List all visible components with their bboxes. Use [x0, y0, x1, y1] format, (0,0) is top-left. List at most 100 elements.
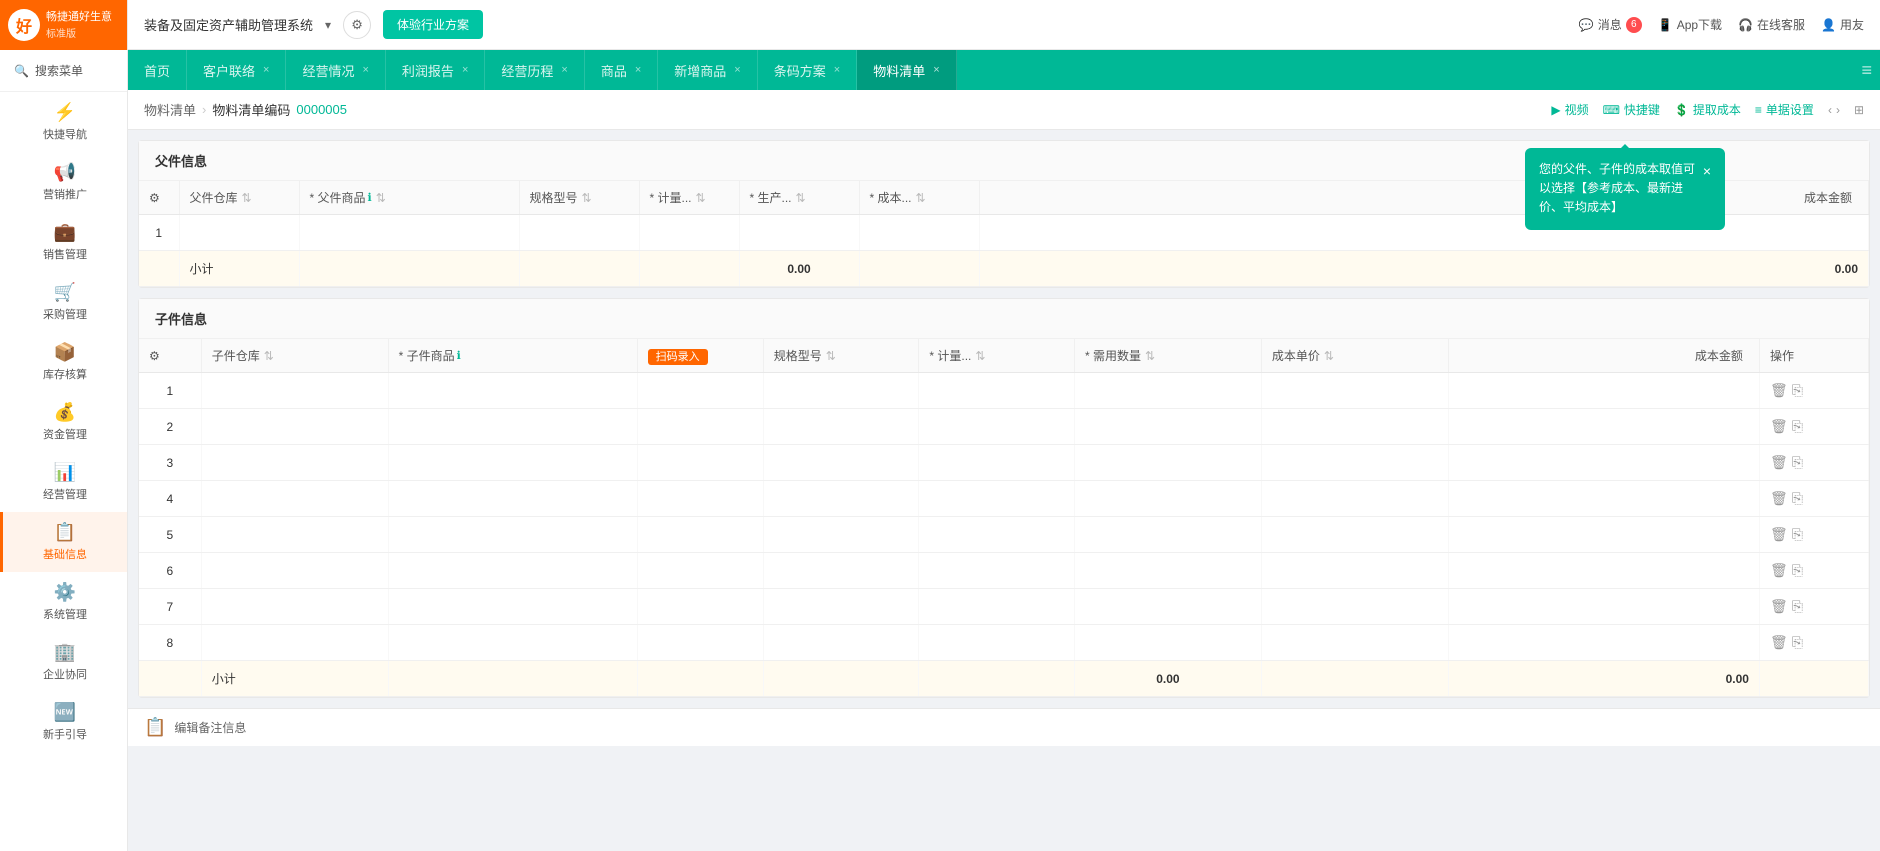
sidebar-item-purchase[interactable]: 🛒 采购管理	[0, 272, 127, 332]
child-cost-price-cell[interactable]	[1261, 409, 1448, 445]
tab-customer-close[interactable]: ×	[263, 64, 269, 76]
child-unit-cell[interactable]	[919, 481, 1075, 517]
child-unit-cell[interactable]	[919, 625, 1075, 661]
tab-operation-status[interactable]: 经营情况 ×	[286, 50, 385, 90]
delete-btn[interactable]: 🗑	[1770, 454, 1788, 471]
child-cost-price-cell[interactable]	[1261, 589, 1448, 625]
sidebar-item-operation[interactable]: 📊 经营管理	[0, 452, 127, 512]
copy-btn[interactable]: ⎘	[1792, 418, 1803, 435]
child-product-cell[interactable]	[388, 373, 637, 409]
child-qty-cell[interactable]	[1075, 589, 1262, 625]
parent-product-cell[interactable]	[299, 215, 519, 251]
child-product-cell[interactable]	[388, 517, 637, 553]
child-spec-cell[interactable]	[763, 445, 919, 481]
delete-btn[interactable]: 🗑	[1770, 418, 1788, 435]
child-spec-cell[interactable]	[763, 517, 919, 553]
delete-btn[interactable]: 🗑	[1770, 598, 1788, 615]
parent-warehouse-cell[interactable]	[179, 215, 299, 251]
parent-spec-cell[interactable]	[519, 215, 639, 251]
copy-btn[interactable]: ⎘	[1792, 454, 1803, 471]
tab-products[interactable]: 商品 ×	[585, 50, 658, 90]
delete-btn[interactable]: 🗑	[1770, 382, 1788, 399]
child-product-cell[interactable]	[388, 553, 637, 589]
extract-cost-btn[interactable]: 💲 提取成本	[1674, 101, 1741, 118]
child-warehouse-cell[interactable]	[201, 589, 388, 625]
delete-btn[interactable]: 🗑	[1770, 526, 1788, 543]
copy-btn[interactable]: ⎘	[1792, 598, 1803, 615]
child-qty-cell[interactable]	[1075, 445, 1262, 481]
child-cost-price-cell[interactable]	[1261, 373, 1448, 409]
settings-gear-btn[interactable]: ⚙	[343, 11, 371, 39]
child-unit-cell[interactable]	[919, 589, 1075, 625]
child-unit-cell[interactable]	[919, 553, 1075, 589]
sidebar-search[interactable]: 🔍 搜索菜单	[0, 50, 127, 92]
tab-history[interactable]: 经营历程 ×	[485, 50, 584, 90]
tab-barcode-close[interactable]: ×	[834, 64, 840, 76]
single-settings-btn[interactable]: ≡ 单据设置	[1755, 101, 1814, 118]
child-qty-cell[interactable]	[1075, 373, 1262, 409]
child-unit-cell[interactable]	[919, 445, 1075, 481]
child-qty-cell[interactable]	[1075, 517, 1262, 553]
child-cost-price-cell[interactable]	[1261, 517, 1448, 553]
tab-add-product[interactable]: 新增商品 ×	[658, 50, 757, 90]
child-warehouse-cell[interactable]	[201, 553, 388, 589]
tab-bom-close[interactable]: ×	[933, 64, 939, 76]
copy-btn[interactable]: ⎘	[1792, 562, 1803, 579]
scan-badge[interactable]: 扫码录入	[648, 349, 708, 365]
child-spec-cell[interactable]	[763, 481, 919, 517]
breadcrumb-parent[interactable]: 物料清单	[144, 100, 196, 119]
tooltip-close-btn[interactable]: ×	[1703, 160, 1711, 182]
child-th-scan[interactable]: 扫码录入	[637, 339, 763, 373]
tab-barcode[interactable]: 条码方案 ×	[758, 50, 857, 90]
next-btn[interactable]: ›	[1836, 103, 1840, 117]
child-spec-cell[interactable]	[763, 373, 919, 409]
prev-btn[interactable]: ‹	[1828, 103, 1832, 117]
tab-profit-close[interactable]: ×	[462, 64, 468, 76]
child-warehouse-cell[interactable]	[201, 373, 388, 409]
parent-production-cell[interactable]	[739, 215, 859, 251]
tab-profit[interactable]: 利润报告 ×	[386, 50, 485, 90]
child-cost-price-cell[interactable]	[1261, 625, 1448, 661]
sidebar-item-basic-info[interactable]: 📋 基础信息	[0, 512, 127, 572]
child-product-cell[interactable]	[388, 625, 637, 661]
child-qty-cell[interactable]	[1075, 481, 1262, 517]
child-unit-cell[interactable]	[919, 517, 1075, 553]
child-warehouse-cell[interactable]	[201, 625, 388, 661]
sidebar-item-system[interactable]: ⚙️ 系统管理	[0, 572, 127, 632]
child-cost-price-cell[interactable]	[1261, 481, 1448, 517]
child-product-cell[interactable]	[388, 481, 637, 517]
child-product-cell[interactable]	[388, 589, 637, 625]
child-product-cell[interactable]	[388, 445, 637, 481]
search-menu-btn[interactable]: 🔍 搜索菜单	[8, 58, 119, 83]
view-video-btn[interactable]: ▶ 视频	[1551, 101, 1588, 118]
online-service-btn[interactable]: 🎧 在线客服	[1738, 16, 1805, 33]
tab-bom[interactable]: 物料清单 ×	[857, 50, 956, 90]
delete-btn[interactable]: 🗑	[1770, 490, 1788, 507]
user-btn[interactable]: 👤 用友	[1821, 16, 1864, 33]
child-spec-cell[interactable]	[763, 553, 919, 589]
copy-btn[interactable]: ⎘	[1792, 634, 1803, 651]
footer-label[interactable]: 编辑备注信息	[174, 719, 246, 736]
child-warehouse-cell[interactable]	[201, 445, 388, 481]
child-product-cell[interactable]	[388, 409, 637, 445]
sidebar-item-quick-nav[interactable]: ⚡ 快捷导航	[0, 92, 127, 152]
child-unit-cell[interactable]	[919, 373, 1075, 409]
child-th-settings[interactable]: ⚙	[139, 339, 201, 373]
child-warehouse-cell[interactable]	[201, 409, 388, 445]
shortcut-btn[interactable]: ⌨ 快捷键	[1603, 101, 1660, 118]
child-qty-cell[interactable]	[1075, 553, 1262, 589]
child-qty-cell[interactable]	[1075, 625, 1262, 661]
child-unit-cell[interactable]	[919, 409, 1075, 445]
child-cost-price-cell[interactable]	[1261, 445, 1448, 481]
tab-home[interactable]: 首页	[128, 50, 187, 90]
child-warehouse-cell[interactable]	[201, 517, 388, 553]
child-spec-cell[interactable]	[763, 589, 919, 625]
tab-history-close[interactable]: ×	[561, 64, 567, 76]
copy-btn[interactable]: ⎘	[1792, 490, 1803, 507]
delete-btn[interactable]: 🗑	[1770, 562, 1788, 579]
app-download-btn[interactable]: 📱 App下载	[1658, 16, 1722, 33]
sidebar-item-marketing[interactable]: 📢 营销推广	[0, 152, 127, 212]
tab-add-product-close[interactable]: ×	[734, 64, 740, 76]
tab-operation-status-close[interactable]: ×	[362, 64, 368, 76]
child-cost-price-cell[interactable]	[1261, 553, 1448, 589]
